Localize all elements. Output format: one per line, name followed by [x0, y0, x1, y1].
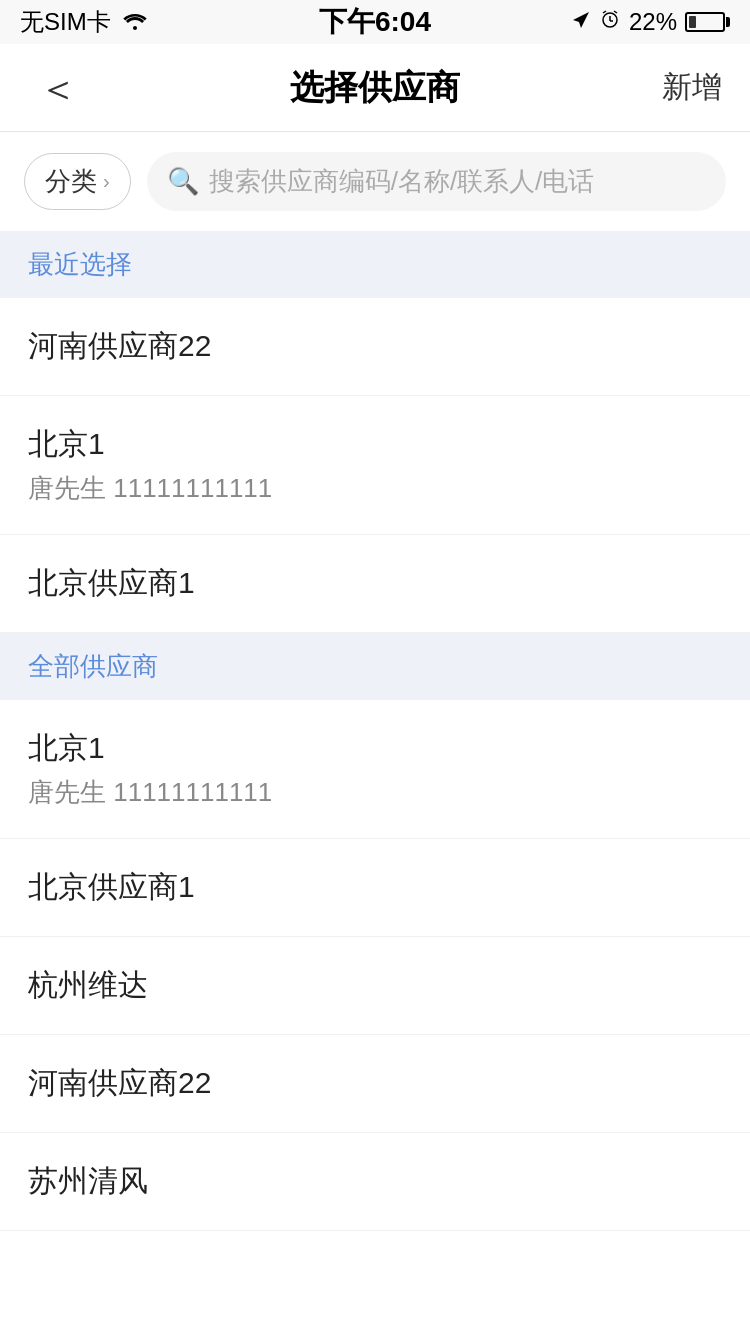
recent-section-label: 最近选择: [28, 249, 132, 279]
search-icon: 🔍: [167, 166, 199, 197]
svg-line-4: [614, 11, 617, 13]
list-item[interactable]: 河南供应商22: [0, 1035, 750, 1133]
back-button[interactable]: ＜: [28, 58, 88, 118]
list-item[interactable]: 杭州维达: [0, 937, 750, 1035]
item-name: 苏州清风: [28, 1161, 722, 1202]
recent-section-header: 最近选择: [0, 231, 750, 298]
item-contact: 唐先生 11111111111: [28, 775, 722, 810]
item-name: 北京供应商1: [28, 563, 722, 604]
category-label: 分类: [45, 164, 97, 199]
list-item[interactable]: 河南供应商22: [0, 298, 750, 396]
svg-line-3: [603, 11, 606, 13]
location-icon: [571, 8, 591, 36]
recent-items-list: 河南供应商22 北京1 唐先生 11111111111 北京供应商1: [0, 298, 750, 633]
list-item[interactable]: 北京1 唐先生 11111111111: [0, 396, 750, 535]
list-item[interactable]: 北京1 唐先生 11111111111: [0, 700, 750, 839]
item-name: 河南供应商22: [28, 1063, 722, 1104]
filter-bar: 分类 › 🔍 搜索供应商编码/名称/联系人/电话: [0, 132, 750, 231]
category-button[interactable]: 分类 ›: [24, 153, 131, 210]
chevron-right-icon: ›: [103, 170, 110, 193]
item-name: 北京1: [28, 424, 722, 465]
item-name: 河南供应商22: [28, 326, 722, 367]
item-name: 北京供应商1: [28, 867, 722, 908]
item-name: 杭州维达: [28, 965, 722, 1006]
list-item[interactable]: 苏州清风: [0, 1133, 750, 1231]
search-box[interactable]: 🔍 搜索供应商编码/名称/联系人/电话: [147, 152, 726, 211]
add-button[interactable]: 新增: [662, 67, 722, 108]
alarm-icon: [599, 8, 621, 36]
list-item[interactable]: 北京供应商1: [0, 535, 750, 633]
status-bar: 无SIM卡 下午6:04 22%: [0, 0, 750, 44]
search-placeholder: 搜索供应商编码/名称/联系人/电话: [209, 164, 595, 199]
battery-icon: [685, 12, 730, 32]
carrier-label: 无SIM卡: [20, 6, 111, 38]
nav-bar: ＜ 选择供应商 新增: [0, 44, 750, 132]
item-name: 北京1: [28, 728, 722, 769]
status-right: 22%: [571, 8, 730, 36]
all-section-header: 全部供应商: [0, 633, 750, 700]
all-items-list: 北京1 唐先生 11111111111 北京供应商1 杭州维达 河南供应商22 …: [0, 700, 750, 1231]
status-left: 无SIM卡: [20, 6, 149, 38]
page-title: 选择供应商: [290, 65, 460, 111]
battery-pct: 22%: [629, 8, 677, 36]
wifi-icon: [121, 8, 149, 36]
all-section-label: 全部供应商: [28, 651, 158, 681]
item-contact: 唐先生 11111111111: [28, 471, 722, 506]
status-time: 下午6:04: [319, 3, 431, 41]
list-item[interactable]: 北京供应商1: [0, 839, 750, 937]
